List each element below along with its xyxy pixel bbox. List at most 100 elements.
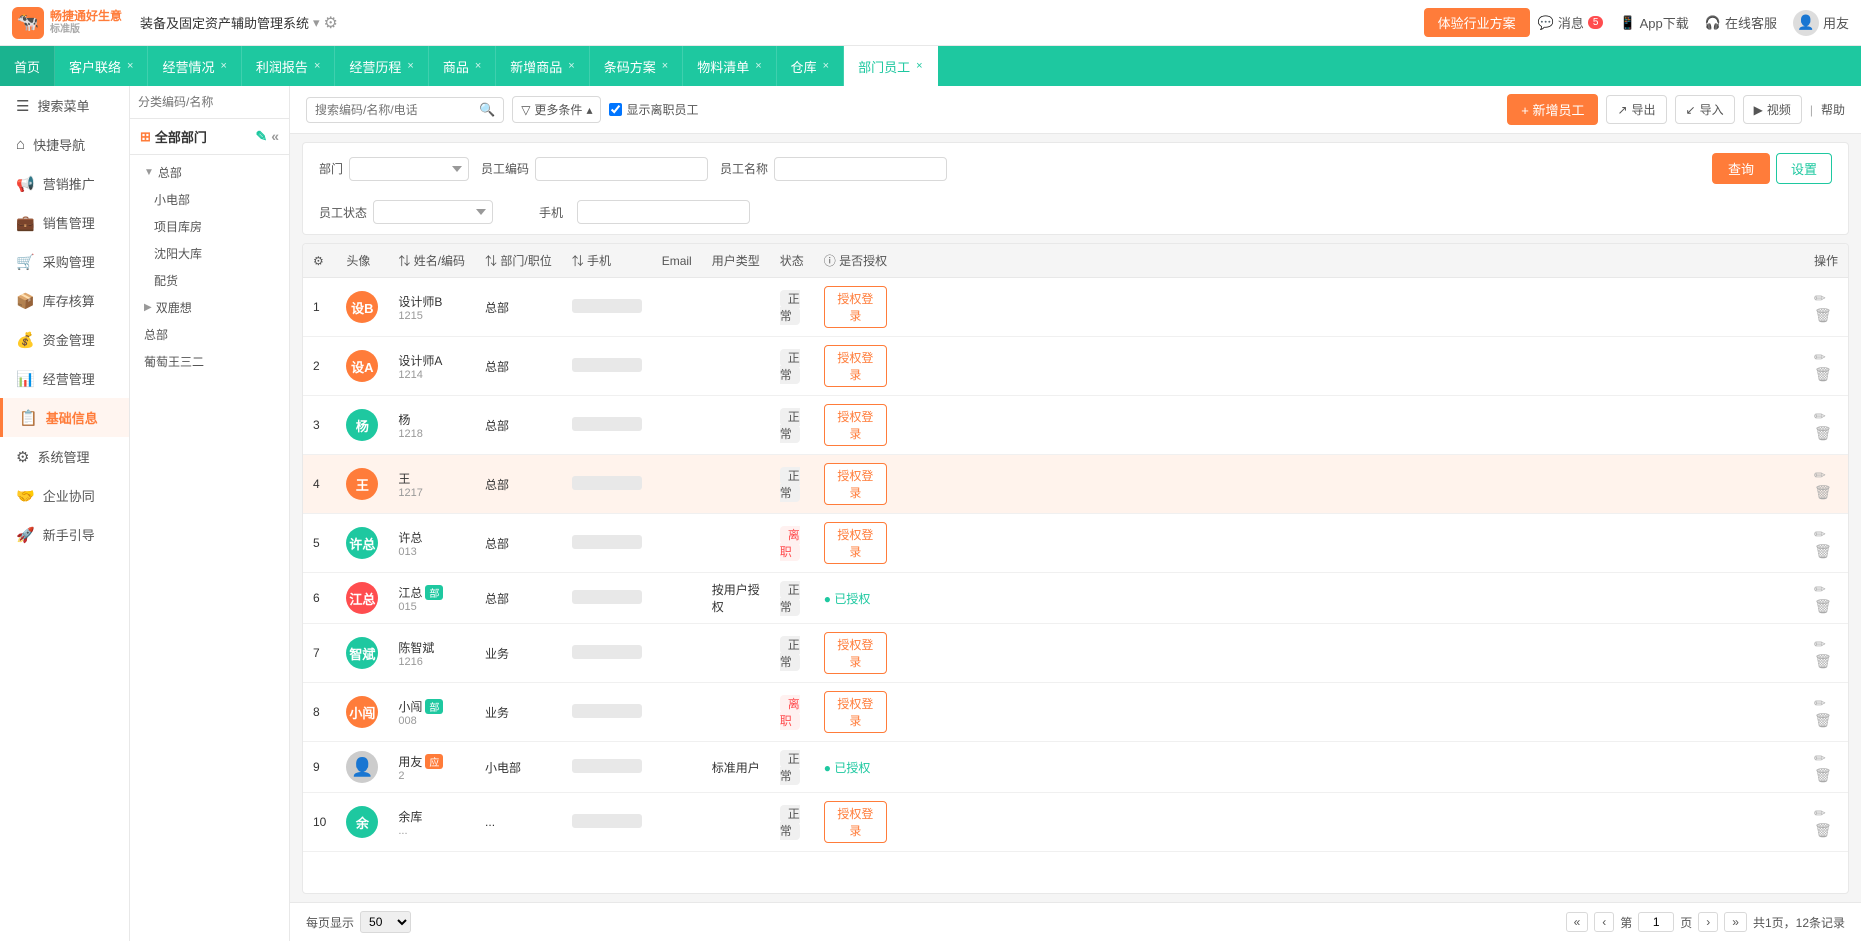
next-page-btn[interactable]: › <box>1698 912 1718 932</box>
dept-node-xiangmu[interactable]: 项目库房 <box>130 213 289 240</box>
delete-icon[interactable]: 🗑 <box>1814 425 1832 441</box>
app-dl-item[interactable]: 📱 App下载 <box>1619 13 1688 32</box>
sidebar-item-system[interactable]: ⚙ 系统管理 <box>0 437 129 476</box>
tab-barcode[interactable]: 条码方案 × <box>590 46 683 86</box>
last-page-btn[interactable]: » <box>1724 912 1747 932</box>
emp-code-input[interactable] <box>535 157 708 181</box>
close-icon[interactable]: × <box>916 60 922 72</box>
sidebar-item-purchase[interactable]: 🛒 采购管理 <box>0 242 129 281</box>
first-page-btn[interactable]: « <box>1566 912 1589 932</box>
tab-home[interactable]: 首页 <box>0 46 55 86</box>
emp-name-input[interactable] <box>774 157 947 181</box>
dept-node-shenyang[interactable]: 沈阳大库 <box>130 240 289 267</box>
th-name-code[interactable]: ⇅ 姓名/编码 <box>388 244 475 278</box>
dept-select[interactable] <box>349 157 469 181</box>
sidebar-item-guide[interactable]: 🚀 新手引导 <box>0 515 129 554</box>
dept-collapse-icon[interactable]: « <box>271 128 279 145</box>
tab-employees[interactable]: 部门员工 × <box>844 46 937 86</box>
sidebar-item-basic[interactable]: 📋 基础信息 <box>0 398 129 437</box>
help-button[interactable]: 帮助 <box>1821 101 1845 118</box>
delete-icon[interactable]: 🗑 <box>1814 543 1832 559</box>
edit-icon[interactable]: ✏ <box>1814 695 1826 711</box>
tab-profit[interactable]: 利润报告 × <box>242 46 335 86</box>
edit-icon[interactable]: ✏ <box>1814 290 1826 306</box>
th-dept-pos[interactable]: ⇅ 部门/职位 <box>475 244 562 278</box>
trial-button[interactable]: 体验行业方案 <box>1424 8 1530 37</box>
system-name-chevron[interactable]: ▾ <box>313 15 320 31</box>
delete-icon[interactable]: 🗑 <box>1814 366 1832 382</box>
close-icon[interactable]: × <box>407 60 413 72</box>
show-resigned-input[interactable] <box>609 103 622 116</box>
th-gear[interactable]: ⚙ <box>303 244 336 278</box>
delete-icon[interactable]: 🗑 <box>1814 822 1832 838</box>
search-input[interactable] <box>315 103 475 117</box>
auth-login-button[interactable]: 授权登录 <box>824 801 887 843</box>
edit-icon[interactable]: ✏ <box>1814 349 1826 365</box>
user-item[interactable]: 👤 用友 <box>1793 10 1849 36</box>
auth-login-button[interactable]: 授权登录 <box>824 632 887 674</box>
dept-node-xiaodianbu[interactable]: 小电部 <box>130 186 289 213</box>
search-icon[interactable]: 🔍 <box>479 102 495 118</box>
tab-add-goods[interactable]: 新增商品 × <box>496 46 589 86</box>
dept-node-shuanglu[interactable]: ▶ 双鹿想 <box>130 294 289 321</box>
close-icon[interactable]: × <box>127 60 133 72</box>
close-icon[interactable]: × <box>662 60 668 72</box>
query-button[interactable]: 查询 <box>1712 153 1770 184</box>
support-item[interactable]: 🎧 在线客服 <box>1705 13 1777 32</box>
dept-node-zongbu[interactable]: ▼ 总部 <box>130 159 289 186</box>
prev-page-btn[interactable]: ‹ <box>1594 912 1614 932</box>
tab-goods[interactable]: 商品 × <box>429 46 496 86</box>
edit-icon[interactable]: ✏ <box>1814 636 1826 652</box>
th-phone[interactable]: ⇅ 手机 <box>562 244 652 278</box>
close-icon[interactable]: × <box>755 60 761 72</box>
delete-icon[interactable]: 🗑 <box>1814 307 1832 323</box>
tab-bom[interactable]: 物料清单 × <box>683 46 776 86</box>
dept-search-input[interactable] <box>138 95 290 109</box>
auth-login-button[interactable]: 授权登录 <box>824 404 887 446</box>
delete-icon[interactable]: 🗑 <box>1814 653 1832 669</box>
sidebar-item-collab[interactable]: 🤝 企业协同 <box>0 476 129 515</box>
auth-login-button[interactable]: 授权登录 <box>824 345 887 387</box>
per-page-select[interactable]: 50 20 100 <box>360 911 411 933</box>
sidebar-item-quick-nav[interactable]: ⌂ 快捷导航 <box>0 125 129 164</box>
edit-icon[interactable]: ✏ <box>1814 581 1826 597</box>
dept-node-putaowangzi[interactable]: 葡萄王三二 <box>130 348 289 375</box>
phone-input[interactable] <box>577 200 750 224</box>
delete-icon[interactable]: 🗑 <box>1814 767 1832 783</box>
close-icon[interactable]: × <box>823 60 829 72</box>
tab-warehouse[interactable]: 仓库 × <box>777 46 844 86</box>
sidebar-item-search-menu[interactable]: ☰ 搜索菜单 <box>0 86 129 125</box>
msg-item[interactable]: 💬 消息 5 <box>1538 13 1604 32</box>
dept-node-zongbu2[interactable]: 总部 <box>130 321 289 348</box>
filter-btn[interactable]: ▽ 更多条件 ▴ <box>512 96 601 123</box>
edit-icon[interactable]: ✏ <box>1814 467 1826 483</box>
sidebar-item-finance[interactable]: 💰 资金管理 <box>0 320 129 359</box>
status-select[interactable] <box>373 200 493 224</box>
delete-icon[interactable]: 🗑 <box>1814 598 1832 614</box>
dept-node-peihuo[interactable]: 配货 <box>130 267 289 294</box>
delete-icon[interactable]: 🗑 <box>1814 484 1832 500</box>
tab-operations[interactable]: 经营情况 × <box>148 46 241 86</box>
sidebar-item-marketing[interactable]: 📢 营销推广 <box>0 164 129 203</box>
export-button[interactable]: ↗ 导出 <box>1606 95 1666 124</box>
add-employee-button[interactable]: + 新增员工 <box>1507 94 1598 125</box>
dept-all-header[interactable]: ⊞ 全部部门 ✎ « <box>130 119 289 155</box>
auth-login-button[interactable]: 授权登录 <box>824 286 887 328</box>
sidebar-item-ops[interactable]: 📊 经营管理 <box>0 359 129 398</box>
video-button[interactable]: ▶ 视频 <box>1743 95 1802 124</box>
sidebar-item-sales[interactable]: 💼 销售管理 <box>0 203 129 242</box>
edit-icon[interactable]: ✏ <box>1814 526 1826 542</box>
page-input[interactable] <box>1638 912 1674 932</box>
auth-login-button[interactable]: 授权登录 <box>824 522 887 564</box>
close-icon[interactable]: × <box>220 60 226 72</box>
dept-edit-icon[interactable]: ✎ <box>255 128 267 145</box>
close-icon[interactable]: × <box>475 60 481 72</box>
auth-login-button[interactable]: 授权登录 <box>824 691 887 733</box>
auth-login-button[interactable]: 授权登录 <box>824 463 887 505</box>
tab-customer[interactable]: 客户联络 × <box>55 46 148 86</box>
close-icon[interactable]: × <box>314 60 320 72</box>
set-button[interactable]: 设置 <box>1776 153 1832 184</box>
sidebar-item-inventory[interactable]: 📦 库存核算 <box>0 281 129 320</box>
tab-history[interactable]: 经营历程 × <box>335 46 428 86</box>
import-button[interactable]: ↙ 导入 <box>1675 95 1735 124</box>
